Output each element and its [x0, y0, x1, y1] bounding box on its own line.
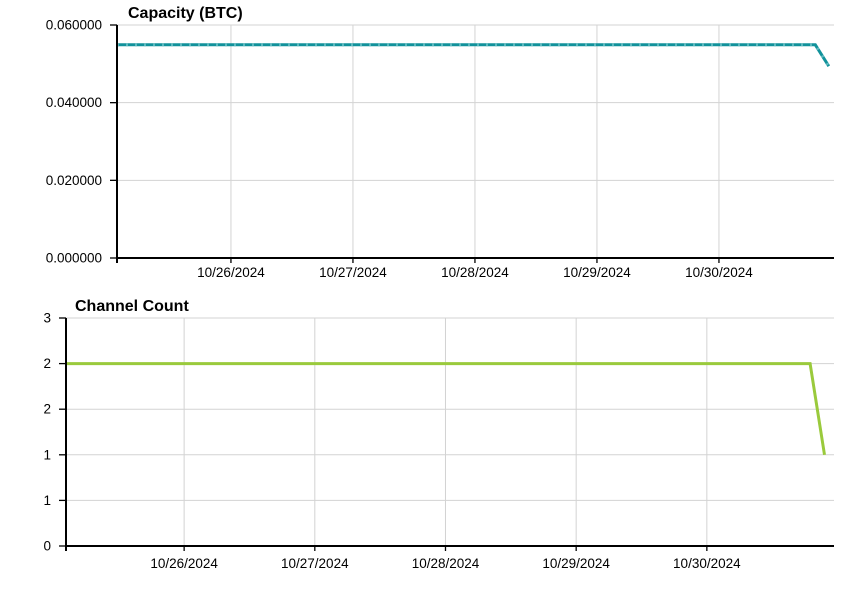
- x-tick-label: 10/30/2024: [673, 556, 741, 571]
- x-tick-label: 10/28/2024: [441, 265, 509, 280]
- y-tick-label: 3: [43, 311, 51, 326]
- y-tick-label: 2: [43, 402, 51, 417]
- x-tick-label: 10/27/2024: [319, 265, 387, 280]
- node-stats-dashboard: Capacity (BTC) Channel Count 0.000000 0.0…: [0, 0, 860, 600]
- y-tick-label: 0.060000: [46, 18, 102, 33]
- x-tick-label: 10/29/2024: [563, 265, 631, 280]
- y-tick-label: 0.020000: [46, 173, 102, 188]
- y-tick-label: 1: [43, 493, 51, 508]
- channel-count-chart-title: Channel Count: [75, 298, 189, 315]
- x-tick-label: 10/29/2024: [542, 556, 610, 571]
- capacity-chart: 0.000000 0.020000 0.040000 0.060000 10/26/20…: [46, 18, 834, 280]
- y-tick-label: 0.040000: [46, 95, 102, 110]
- x-tick-label: 10/28/2024: [412, 556, 480, 571]
- y-tick-label: 0: [43, 539, 51, 554]
- x-tick-label: 10/27/2024: [281, 556, 349, 571]
- series-line: [117, 43, 831, 68]
- series-markers: [117, 43, 831, 68]
- y-tick-label: 2: [43, 356, 51, 371]
- capacity-chart-title: Capacity (BTC): [128, 5, 243, 22]
- x-tick-label: 10/26/2024: [197, 265, 265, 280]
- x-tick-label: 10/26/2024: [150, 556, 218, 571]
- y-tick-label: 1: [43, 447, 51, 462]
- x-tick-label: 10/30/2024: [685, 265, 753, 280]
- y-tick-label: 0.000000: [46, 251, 102, 266]
- channel-count-chart: 0 1 1 2 2 3 10/26/2024 10/27/2024 10/28/2024 10/2…: [43, 311, 834, 571]
